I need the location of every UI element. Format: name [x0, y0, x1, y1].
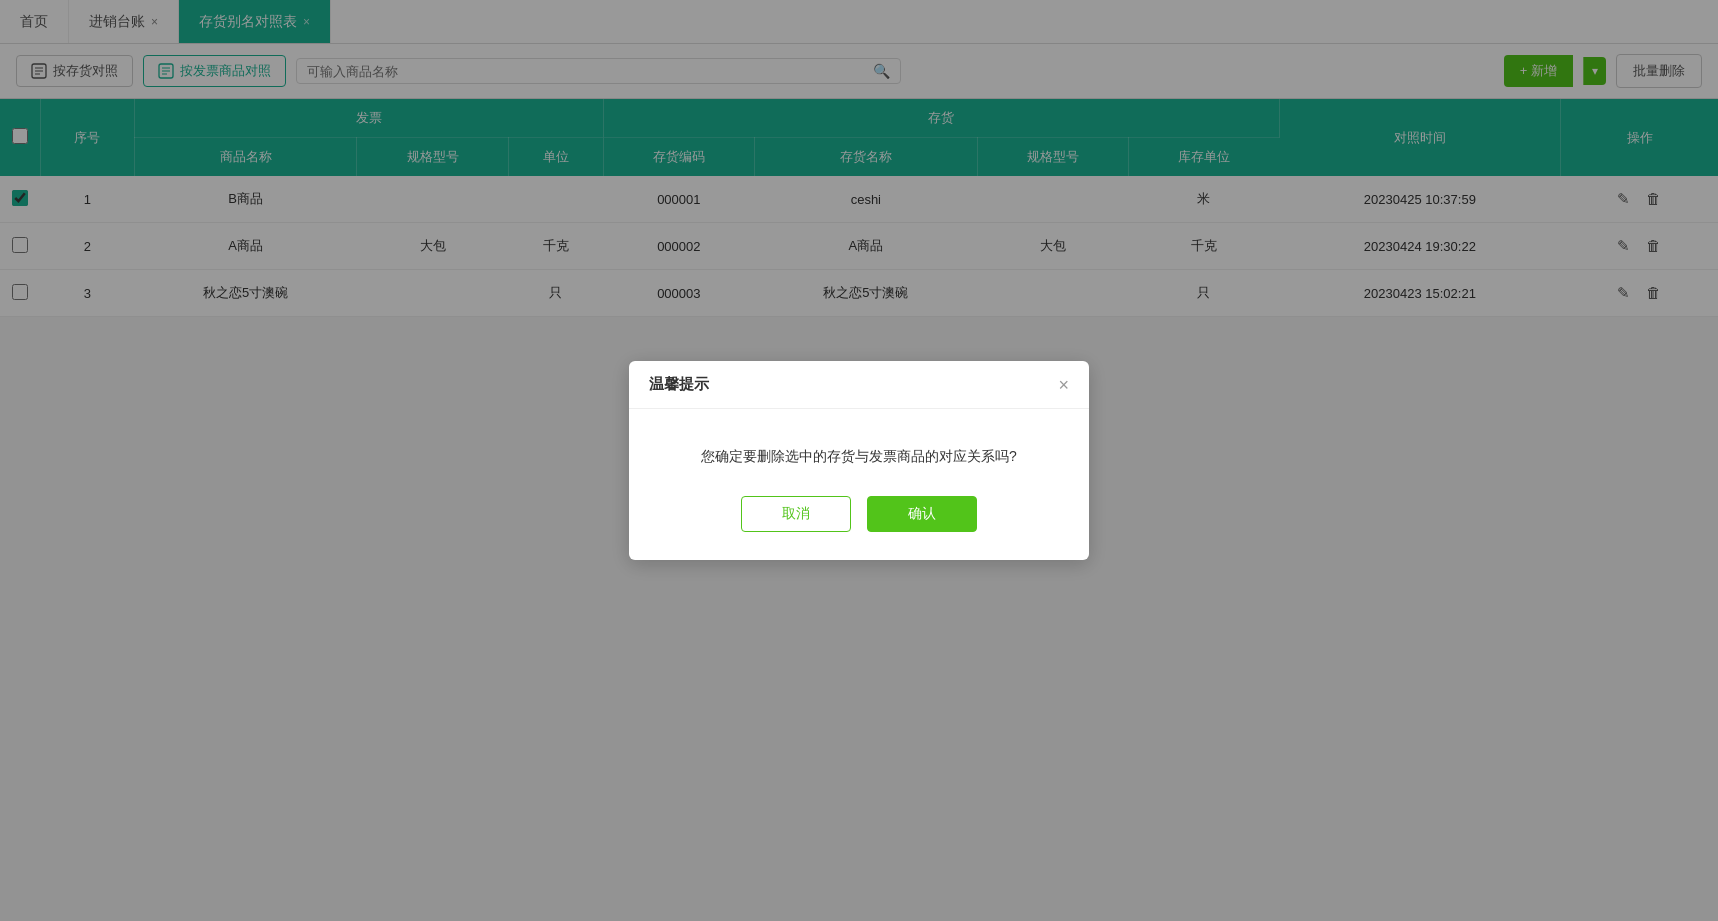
dialog-footer: 取消 确认	[629, 496, 1089, 560]
dialog-title: 温馨提示	[649, 375, 709, 394]
dialog-message: 您确定要删除选中的存货与发票商品的对应关系吗?	[701, 448, 1017, 464]
dialog-cancel-button[interactable]: 取消	[741, 496, 851, 532]
dialog-header: 温馨提示 ×	[629, 361, 1089, 409]
dialog-body: 您确定要删除选中的存货与发票商品的对应关系吗?	[629, 409, 1089, 495]
dialog-close-button[interactable]: ×	[1058, 376, 1069, 394]
dialog-confirm-button[interactable]: 确认	[867, 496, 977, 532]
confirm-dialog: 温馨提示 × 您确定要删除选中的存货与发票商品的对应关系吗? 取消 确认	[629, 361, 1089, 559]
dialog-overlay: 温馨提示 × 您确定要删除选中的存货与发票商品的对应关系吗? 取消 确认	[0, 0, 1718, 921]
main-content: 按存货对照 按发票商品对照 🔍 + 新增 ▾ 批量删除	[0, 44, 1718, 921]
